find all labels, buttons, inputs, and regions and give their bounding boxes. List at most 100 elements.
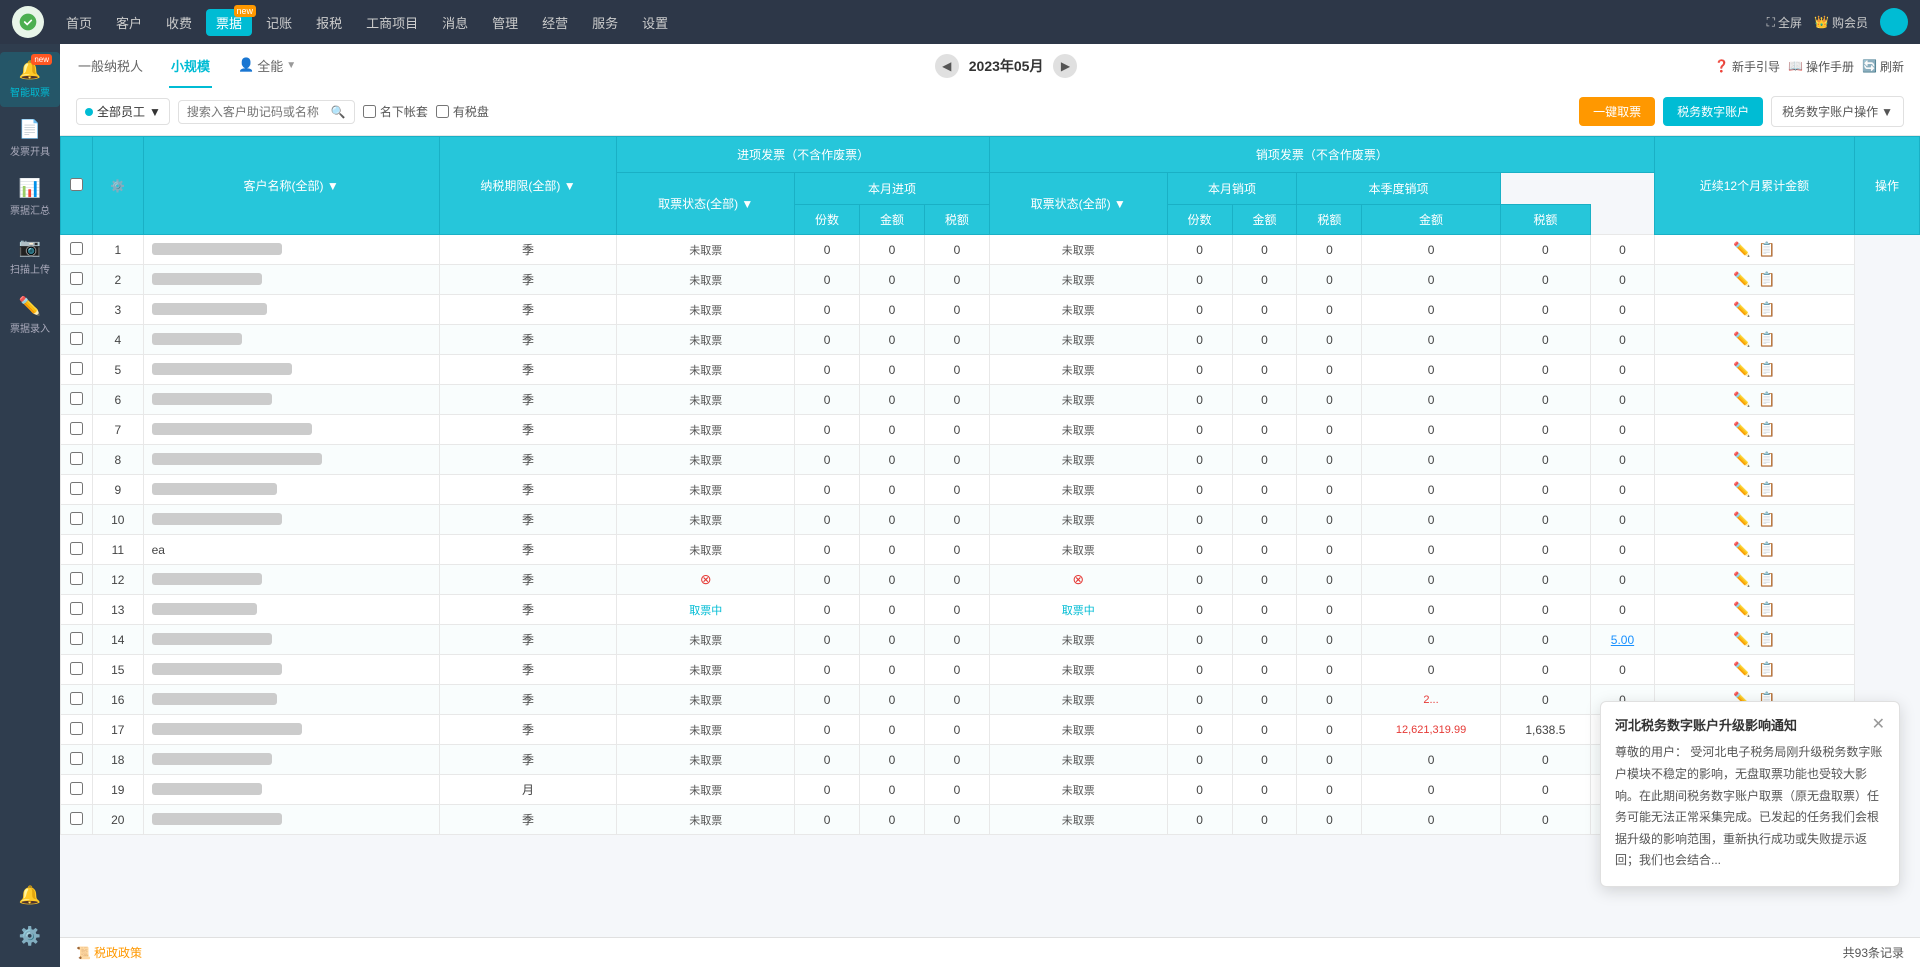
copy-icon[interactable]: 📋 xyxy=(1756,661,1777,677)
row-checkbox[interactable] xyxy=(61,685,93,715)
copy-icon[interactable]: 📋 xyxy=(1756,421,1777,437)
manual-btn[interactable]: 📖 操作手册 xyxy=(1788,58,1854,75)
taxpanel-filter-checkbox[interactable]: 有税盘 xyxy=(436,103,489,120)
row-checkbox[interactable] xyxy=(61,355,93,385)
row-actions: ✏️ 📋 xyxy=(1654,295,1854,325)
tab-small-scale[interactable]: 小规模 xyxy=(169,44,212,88)
nav-fee[interactable]: 收费 xyxy=(156,9,202,36)
sidebar-item-notify[interactable]: 🔔 xyxy=(15,877,45,914)
member-btn[interactable]: 👑 购会员 xyxy=(1814,14,1868,31)
notification-close-btn[interactable]: ✕ xyxy=(1872,714,1885,734)
row-checkbox[interactable] xyxy=(61,445,93,475)
account-checkbox-input[interactable] xyxy=(363,105,376,118)
copy-icon[interactable]: 📋 xyxy=(1756,391,1777,407)
edit-icon[interactable]: ✏️ xyxy=(1731,511,1752,527)
sidebar-item-smart-ticket[interactable]: 🔔 智能取票 new xyxy=(0,52,60,107)
row-checkbox[interactable] xyxy=(61,535,93,565)
sidebar-item-invoice-open[interactable]: 📄 发票开具 xyxy=(0,111,60,166)
copy-icon[interactable]: 📋 xyxy=(1756,481,1777,497)
edit-icon[interactable]: ✏️ xyxy=(1731,541,1752,557)
nav-home[interactable]: 首页 xyxy=(56,9,102,36)
tax-policy-link[interactable]: 📜 税政政策 xyxy=(76,944,142,961)
edit-icon[interactable]: ✏️ xyxy=(1731,571,1752,587)
nav-settings[interactable]: 设置 xyxy=(632,9,678,36)
taxpanel-checkbox-input[interactable] xyxy=(436,105,449,118)
user-avatar[interactable] xyxy=(1880,8,1908,36)
row-checkbox[interactable] xyxy=(61,775,93,805)
copy-icon[interactable]: 📋 xyxy=(1756,331,1777,347)
row-checkbox[interactable] xyxy=(61,235,93,265)
row-checkbox[interactable] xyxy=(61,625,93,655)
account-filter-checkbox[interactable]: 名下帐套 xyxy=(363,103,428,120)
row-checkbox[interactable] xyxy=(61,295,93,325)
tax-digital-account-btn[interactable]: 税务数字账户 xyxy=(1663,97,1763,126)
edit-icon[interactable]: ✏️ xyxy=(1731,421,1752,437)
row-checkbox[interactable] xyxy=(61,715,93,745)
row-in-status: 未取票 xyxy=(617,325,795,355)
row-checkbox[interactable] xyxy=(61,325,93,355)
copy-icon[interactable]: 📋 xyxy=(1756,301,1777,317)
edit-icon[interactable]: ✏️ xyxy=(1731,331,1752,347)
sidebar-item-settings[interactable]: ⚙️ xyxy=(15,918,45,955)
row-total[interactable]: 5.00 xyxy=(1591,625,1655,655)
row-checkbox[interactable] xyxy=(61,475,93,505)
edit-icon[interactable]: ✏️ xyxy=(1731,271,1752,287)
copy-icon[interactable]: 📋 xyxy=(1756,601,1777,617)
nav-customer[interactable]: 客户 xyxy=(106,9,152,36)
nav-business[interactable]: 工商项目 xyxy=(356,9,428,36)
tab-full-capability[interactable]: 👤 全能 ▼ xyxy=(236,44,298,88)
one-click-ticket-btn[interactable]: 一键取票 xyxy=(1579,97,1655,126)
sidebar-item-scan-upload[interactable]: 📷 扫描上传 xyxy=(0,229,60,284)
nav-message[interactable]: 消息 xyxy=(432,9,478,36)
copy-icon[interactable]: 📋 xyxy=(1756,631,1777,647)
nav-manage[interactable]: 管理 xyxy=(482,9,528,36)
row-checkbox[interactable] xyxy=(61,595,93,625)
edit-icon[interactable]: ✏️ xyxy=(1731,391,1752,407)
nav-bookkeeping[interactable]: 记账 xyxy=(256,9,302,36)
search-box[interactable]: 🔍 xyxy=(178,100,355,124)
row-checkbox[interactable] xyxy=(61,655,93,685)
copy-icon[interactable]: 📋 xyxy=(1756,571,1777,587)
copy-icon[interactable]: 📋 xyxy=(1756,451,1777,467)
row-checkbox[interactable] xyxy=(61,745,93,775)
refresh-btn[interactable]: 🔄 刷新 xyxy=(1862,58,1904,75)
edit-icon[interactable]: ✏️ xyxy=(1731,301,1752,317)
period-prev-btn[interactable]: ◀ xyxy=(935,54,959,78)
select-all-checkbox[interactable] xyxy=(70,178,83,191)
edit-icon[interactable]: ✏️ xyxy=(1731,241,1752,257)
employee-filter[interactable]: 全部员工 ▼ xyxy=(76,98,170,125)
edit-icon[interactable]: ✏️ xyxy=(1731,361,1752,377)
row-q-tax: 0 xyxy=(1500,325,1590,355)
edit-icon[interactable]: ✏️ xyxy=(1731,661,1752,677)
nav-ticket[interactable]: 票据 new xyxy=(206,9,252,36)
nav-service[interactable]: 服务 xyxy=(582,9,628,36)
row-checkbox[interactable] xyxy=(61,265,93,295)
edit-icon[interactable]: ✏️ xyxy=(1731,451,1752,467)
copy-icon[interactable]: 📋 xyxy=(1756,361,1777,377)
row-checkbox[interactable] xyxy=(61,805,93,835)
row-q-tax: 0 xyxy=(1500,475,1590,505)
row-checkbox[interactable] xyxy=(61,415,93,445)
row-checkbox[interactable] xyxy=(61,385,93,415)
fullscreen-btn[interactable]: ⛶ 全屏 xyxy=(1767,14,1802,31)
tab-general-taxpayer[interactable]: 一般纳税人 xyxy=(76,44,145,88)
nav-tax[interactable]: 报税 xyxy=(306,9,352,36)
copy-icon[interactable]: 📋 xyxy=(1756,241,1777,257)
edit-icon[interactable]: ✏️ xyxy=(1731,631,1752,647)
tax-digital-account-op-btn[interactable]: 税务数字账户操作 ▼ xyxy=(1771,96,1904,127)
search-input[interactable] xyxy=(187,105,327,119)
nav-operation[interactable]: 经营 xyxy=(532,9,578,36)
copy-icon[interactable]: 📋 xyxy=(1756,541,1777,557)
sidebar-item-ticket-entry[interactable]: ✏️ 票据录入 xyxy=(0,288,60,343)
sidebar-item-ticket-summary[interactable]: 📊 票据汇总 xyxy=(0,170,60,225)
row-checkbox[interactable] xyxy=(61,505,93,535)
copy-icon[interactable]: 📋 xyxy=(1756,271,1777,287)
period-next-btn[interactable]: ▶ xyxy=(1053,54,1077,78)
row-checkbox[interactable] xyxy=(61,565,93,595)
edit-icon[interactable]: ✏️ xyxy=(1731,481,1752,497)
th-12month: 近续12个月累计金额 xyxy=(1654,137,1854,235)
edit-icon[interactable]: ✏️ xyxy=(1731,601,1752,617)
copy-icon[interactable]: 📋 xyxy=(1756,511,1777,527)
row-out-status: 未取票 xyxy=(989,505,1167,535)
guide-btn[interactable]: ❓ 新手引导 xyxy=(1714,58,1780,75)
